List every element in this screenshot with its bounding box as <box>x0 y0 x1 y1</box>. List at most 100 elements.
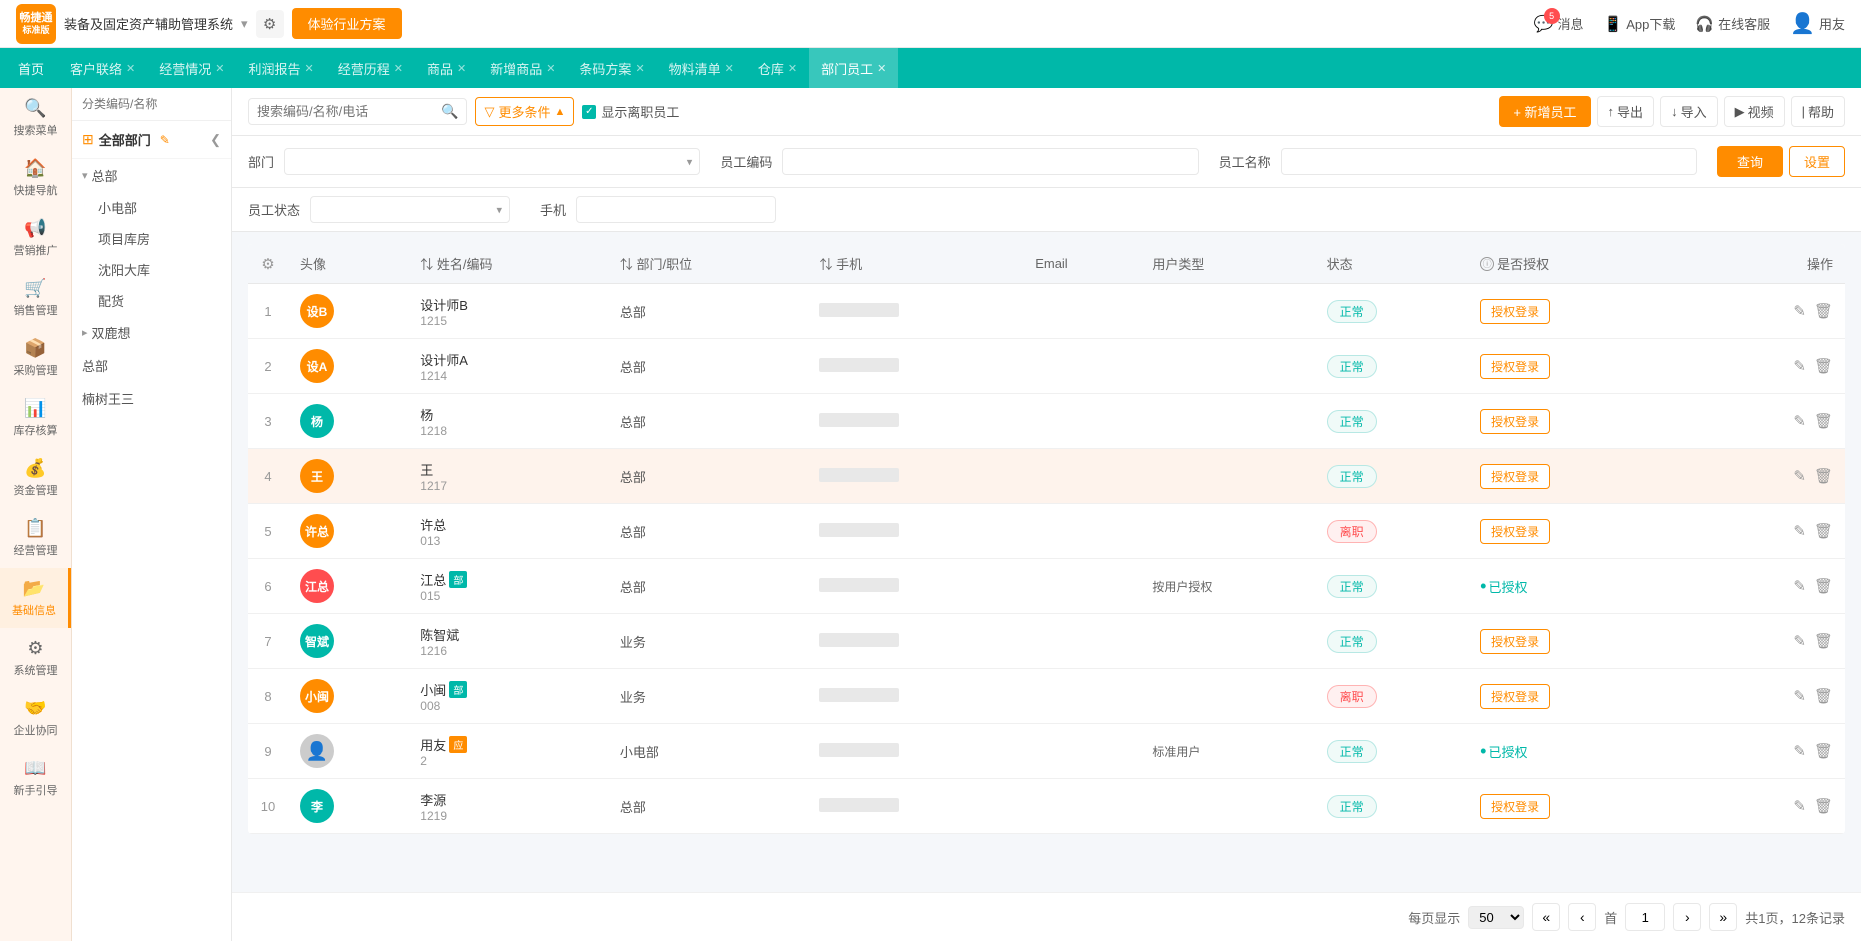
delete-op-icon[interactable]: 🗑 <box>1814 632 1833 650</box>
dept-search-input[interactable] <box>82 97 232 111</box>
dept-node-zongbu[interactable]: 总部 <box>72 349 231 382</box>
dept-sub-xiaodianbuo[interactable]: 小电部 <box>72 192 231 223</box>
edit-op-icon[interactable]: ✎ <box>1793 357 1806 375</box>
tab-barcode[interactable]: 条码方案 ✕ <box>567 48 656 88</box>
import-btn[interactable]: ↓ 导入 <box>1660 96 1718 127</box>
tab-home[interactable]: 首页 <box>4 48 58 88</box>
show-leave-wrap[interactable]: ✓ 显示离职员工 <box>582 102 679 121</box>
sidebar-item-marketing[interactable]: 📢 营销推广 <box>0 208 71 268</box>
auth-btn[interactable]: 授权登录 <box>1480 629 1550 654</box>
tab-warehouse[interactable]: 仓库 ✕ <box>746 48 809 88</box>
tab-customer[interactable]: 客户联络 ✕ <box>58 48 147 88</box>
online-service[interactable]: 🎧 在线客服 <box>1695 14 1770 33</box>
edit-op-icon[interactable]: ✎ <box>1793 412 1806 430</box>
msg-area[interactable]: 💬 5 消息 <box>1534 14 1584 34</box>
delete-op-icon[interactable]: 🗑 <box>1814 522 1833 540</box>
delete-op-icon[interactable]: 🗑 <box>1814 742 1833 760</box>
tab-profit[interactable]: 利润报告 ✕ <box>236 48 325 88</box>
page-input[interactable] <box>1625 903 1665 931</box>
sidebar-item-guide[interactable]: 📖 新手引导 <box>0 748 71 808</box>
delete-op-icon[interactable]: 🗑 <box>1814 687 1833 705</box>
delete-op-icon[interactable]: 🗑 <box>1814 357 1833 375</box>
dept-all-row[interactable]: ⊞ 全部部门 ✎ ❮ <box>72 121 231 159</box>
help-btn[interactable]: | 帮助 <box>1791 96 1845 127</box>
edit-op-icon[interactable]: ✎ <box>1793 687 1806 705</box>
sidebar-item-nav[interactable]: 🏠 快捷导航 <box>0 148 71 208</box>
auth-btn[interactable]: 授权登录 <box>1480 794 1550 819</box>
emp-code-input[interactable] <box>782 148 1198 175</box>
sidebar-item-mgmt[interactable]: 📋 经营管理 <box>0 508 71 568</box>
more-filter-btn[interactable]: ▽ 更多条件 ▲ <box>475 97 574 126</box>
col-phone[interactable]: ⇅ 手机 <box>807 244 1023 284</box>
sidebar-item-purchase[interactable]: 📦 采购管理 <box>0 328 71 388</box>
sidebar-item-inventory[interactable]: 📊 库存核算 <box>0 388 71 448</box>
per-page-select[interactable]: 50 20 100 <box>1468 906 1524 929</box>
edit-op-icon[interactable]: ✎ <box>1793 467 1806 485</box>
dept-sub-peihuo[interactable]: 配货 <box>72 285 231 316</box>
query-btn[interactable]: 查询 <box>1717 146 1783 177</box>
delete-op-icon[interactable]: 🗑 <box>1814 577 1833 595</box>
col-name[interactable]: ⇅ 姓名/编码 <box>408 244 608 284</box>
delete-op-icon[interactable]: 🗑 <box>1814 302 1833 320</box>
auth-btn[interactable]: 授权登录 <box>1480 409 1550 434</box>
tab-history[interactable]: 经营历程 ✕ <box>326 48 415 88</box>
dept-all-label: 全部部门 <box>99 130 151 149</box>
search-input[interactable] <box>257 104 437 119</box>
edit-op-icon[interactable]: ✎ <box>1793 797 1806 815</box>
tab-operation[interactable]: 经营情况 ✕ <box>147 48 236 88</box>
auth-btn[interactable]: 授权登录 <box>1480 354 1550 379</box>
sidebar-item-finance[interactable]: 💰 资金管理 <box>0 448 71 508</box>
checkbox-show-leave[interactable]: ✓ <box>582 105 596 119</box>
tab-new-goods[interactable]: 新增商品 ✕ <box>478 48 567 88</box>
sidebar-item-system[interactable]: ⚙ 系统管理 <box>0 628 71 688</box>
first-page-btn[interactable]: « <box>1532 903 1560 931</box>
dept-node-nanshuwang[interactable]: 楠树王三 <box>72 382 231 415</box>
next-page-btn[interactable]: › <box>1673 903 1701 931</box>
dept-sub-xiangmu[interactable]: 项目库房 <box>72 223 231 254</box>
auth-btn[interactable]: 授权登录 <box>1480 299 1550 324</box>
user-area[interactable]: 👤 用友 <box>1790 11 1845 36</box>
dept-node-shuanglu[interactable]: ▸ 双鹿想 <box>72 316 231 349</box>
col-settings[interactable]: ⚙ <box>248 244 288 284</box>
title-dropdown-icon[interactable]: ▾ <box>241 16 248 32</box>
emp-name-input[interactable] <box>1281 148 1697 175</box>
prev-page-btn[interactable]: ‹ <box>1568 903 1596 931</box>
dept-sub-shenyang[interactable]: 沈阳大库 <box>72 254 231 285</box>
add-employee-btn[interactable]: + 新增员工 <box>1499 96 1590 127</box>
sidebar-item-collab[interactable]: 🤝 企业协同 <box>0 688 71 748</box>
edit-op-icon[interactable]: ✎ <box>1793 577 1806 595</box>
phone-input[interactable] <box>576 196 776 223</box>
view-btn[interactable]: ▶ 视频 <box>1724 96 1785 127</box>
edit-op-icon[interactable]: ✎ <box>1793 742 1806 760</box>
tab-dept-staff[interactable]: 部门员工 ✕ <box>809 48 898 88</box>
search-icon[interactable]: 🔍 <box>441 103 458 120</box>
delete-op-icon[interactable]: 🗑 <box>1814 797 1833 815</box>
delete-op-icon[interactable]: 🗑 <box>1814 467 1833 485</box>
dept-node-head[interactable]: ▾ 总部 <box>72 159 231 192</box>
edit-op-icon[interactable]: ✎ <box>1793 302 1806 320</box>
delete-op-icon[interactable]: 🗑 <box>1814 412 1833 430</box>
sidebar-item-basic[interactable]: 📂 基础信息 <box>0 568 71 628</box>
gear-btn[interactable]: ⚙ <box>256 10 284 38</box>
auth-btn[interactable]: 授权登录 <box>1480 464 1550 489</box>
auth-btn[interactable]: 授权登录 <box>1480 684 1550 709</box>
collapse-btn[interactable]: ❮ <box>210 132 221 148</box>
sidebar-item-search[interactable]: 🔍 搜索菜单 <box>0 88 71 148</box>
edit-op-icon[interactable]: ✎ <box>1793 522 1806 540</box>
exp-btn[interactable]: 体验行业方案 <box>292 8 402 39</box>
reset-btn[interactable]: 设置 <box>1789 146 1845 177</box>
auth-btn[interactable]: 授权登录 <box>1480 519 1550 544</box>
tab-bom[interactable]: 物料清单 ✕ <box>657 48 746 88</box>
dept-select[interactable] <box>284 148 700 175</box>
tab-goods[interactable]: 商品 ✕ <box>415 48 478 88</box>
export-btn[interactable]: ↑ 导出 <box>1597 96 1655 127</box>
col-status: 状态 <box>1315 244 1469 284</box>
emp-dept: 业务 <box>608 669 808 724</box>
app-download[interactable]: 📱 App下载 <box>1604 14 1676 33</box>
col-dept[interactable]: ⇅ 部门/职位 <box>608 244 808 284</box>
edit-icon[interactable]: ✎ <box>160 133 170 147</box>
edit-op-icon[interactable]: ✎ <box>1793 632 1806 650</box>
emp-status-select[interactable] <box>310 196 510 223</box>
sidebar-item-sales[interactable]: 🛒 销售管理 <box>0 268 71 328</box>
last-page-btn[interactable]: » <box>1709 903 1737 931</box>
